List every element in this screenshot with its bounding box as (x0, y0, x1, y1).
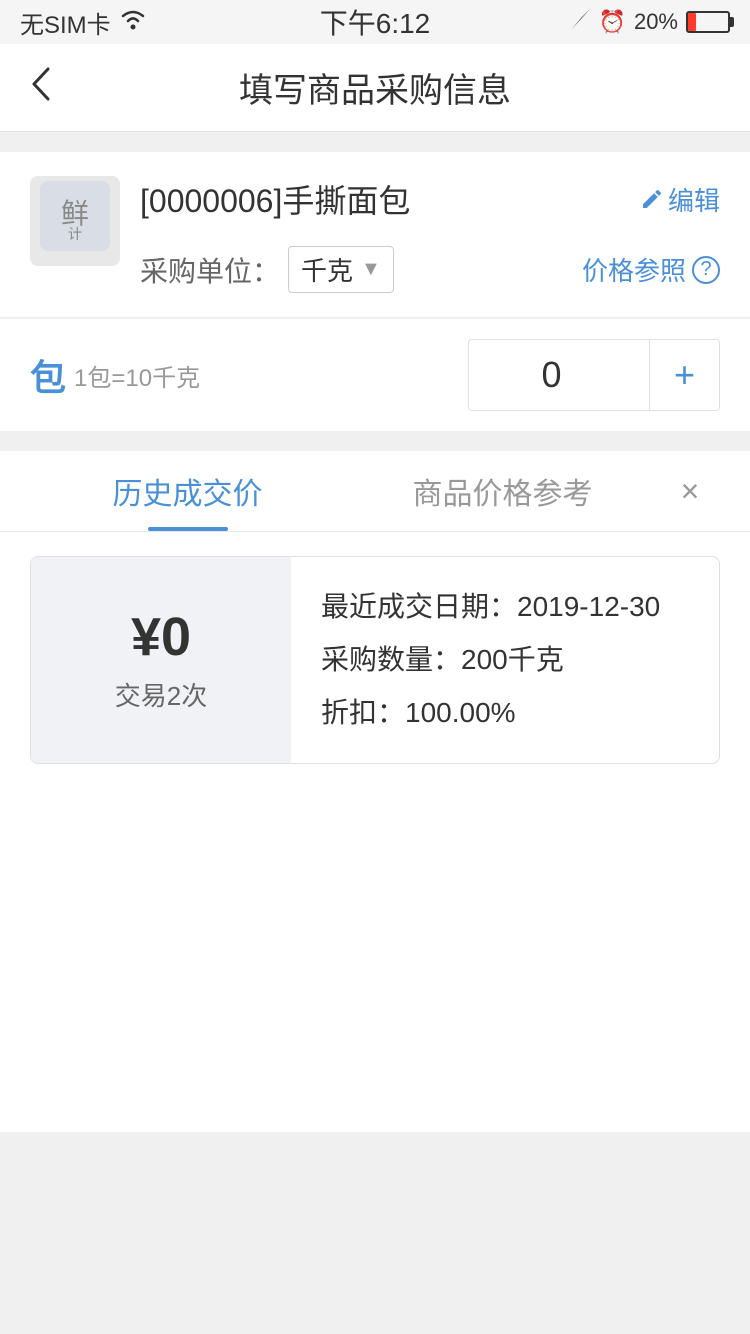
back-button[interactable] (0, 44, 80, 132)
discount-value: 100.00% (405, 697, 516, 728)
tab-product-label: 商品价格参考 (413, 469, 593, 513)
product-header: [0000006]手撕面包 编辑 (140, 176, 720, 222)
product-unit-row: 采购单位： 千克 ▼ 价格参照 ? (140, 246, 720, 293)
help-icon: ? (692, 256, 720, 284)
nav-bar: 填写商品采购信息 (0, 44, 750, 132)
plus-icon: + (674, 354, 695, 396)
product-image: 鲜 计 (30, 176, 120, 266)
unit-select-arrow: ▼ (361, 258, 381, 281)
close-icon: × (681, 473, 700, 510)
price-detail-discount: 折扣：100.00% (321, 693, 689, 732)
price-details: 最近成交日期：2019-12-30 采购数量：200千克 折扣：100.00% (291, 557, 719, 763)
alarm-icon: ⏰ (599, 9, 626, 35)
back-icon (28, 65, 52, 111)
product-info: [0000006]手撕面包 编辑 采购单位： 千克 ▼ 价格参照 ? (140, 176, 720, 293)
price-summary: ¥0 交易2次 (31, 557, 291, 763)
svg-text:鲜: 鲜 (61, 198, 89, 229)
tab-history-label: 历史成交价 (113, 469, 263, 513)
battery-icon (686, 11, 730, 33)
date-label: 最近成交日期： (321, 591, 517, 622)
price-reference-button[interactable]: 价格参照 ? (582, 251, 720, 288)
price-transactions: 交易2次 (115, 676, 207, 713)
product-name: [0000006]手撕面包 (140, 176, 410, 222)
discount-label: 折扣： (321, 697, 405, 728)
price-detail-date: 最近成交日期：2019-12-30 (321, 587, 689, 626)
quantity-plus-button[interactable]: + (649, 340, 719, 410)
price-card: ¥0 交易2次 最近成交日期：2019-12-30 采购数量：200千克 折扣：… (30, 556, 720, 764)
page-title: 填写商品采购信息 (239, 63, 511, 112)
wifi-icon (119, 8, 147, 37)
price-card-container: ¥0 交易2次 最近成交日期：2019-12-30 采购数量：200千克 折扣：… (0, 532, 750, 1132)
quantity-unit-hint: 1包=10千克 (74, 358, 200, 393)
date-value: 2019-12-30 (517, 591, 660, 622)
quantity-unit-name: 包 (30, 349, 66, 401)
quantity-label-detail: 采购数量： (321, 644, 461, 675)
quantity-label: 包 1包=10千克 (30, 349, 200, 401)
edit-label: 编辑 (668, 181, 720, 218)
price-ref-label: 价格参照 (582, 251, 686, 288)
status-time: 下午6:12 (320, 2, 431, 42)
price-display: ¥0 (131, 606, 191, 668)
quantity-input[interactable] (469, 340, 649, 410)
status-left: 无SIM卡 (20, 5, 147, 40)
edit-button[interactable]: 编辑 (640, 181, 720, 218)
price-detail-quantity: 采购数量：200千克 (321, 640, 689, 679)
status-right: ⏰ 20% (571, 8, 730, 36)
currency-symbol: ¥ (131, 607, 161, 667)
unit-value: 千克 (301, 251, 353, 288)
price-amount-value: 0 (161, 607, 191, 667)
unit-select[interactable]: 千克 ▼ (288, 246, 394, 293)
tab-close-button[interactable]: × (660, 451, 720, 531)
quantity-value-detail: 200千克 (461, 644, 564, 675)
tab-product-price[interactable]: 商品价格参考 (345, 451, 660, 531)
quantity-controls: + (468, 339, 720, 411)
tabs-container: 历史成交价 商品价格参考 × (0, 451, 750, 532)
product-logo: 鲜 计 (40, 181, 110, 261)
quantity-section: 包 1包=10千克 + (0, 319, 750, 431)
location-icon (571, 8, 591, 36)
unit-label: 采购单位： (140, 250, 280, 290)
status-bar: 无SIM卡 下午6:12 ⏰ 20% (0, 0, 750, 44)
carrier-text: 无SIM卡 (20, 5, 111, 40)
tab-history-price[interactable]: 历史成交价 (30, 451, 345, 531)
battery-percent: 20% (634, 9, 678, 35)
svg-text:计: 计 (68, 226, 82, 242)
tab-active-underline (148, 527, 228, 531)
product-card: 鲜 计 [0000006]手撕面包 编辑 采购单位： 千克 ▼ (0, 152, 750, 317)
